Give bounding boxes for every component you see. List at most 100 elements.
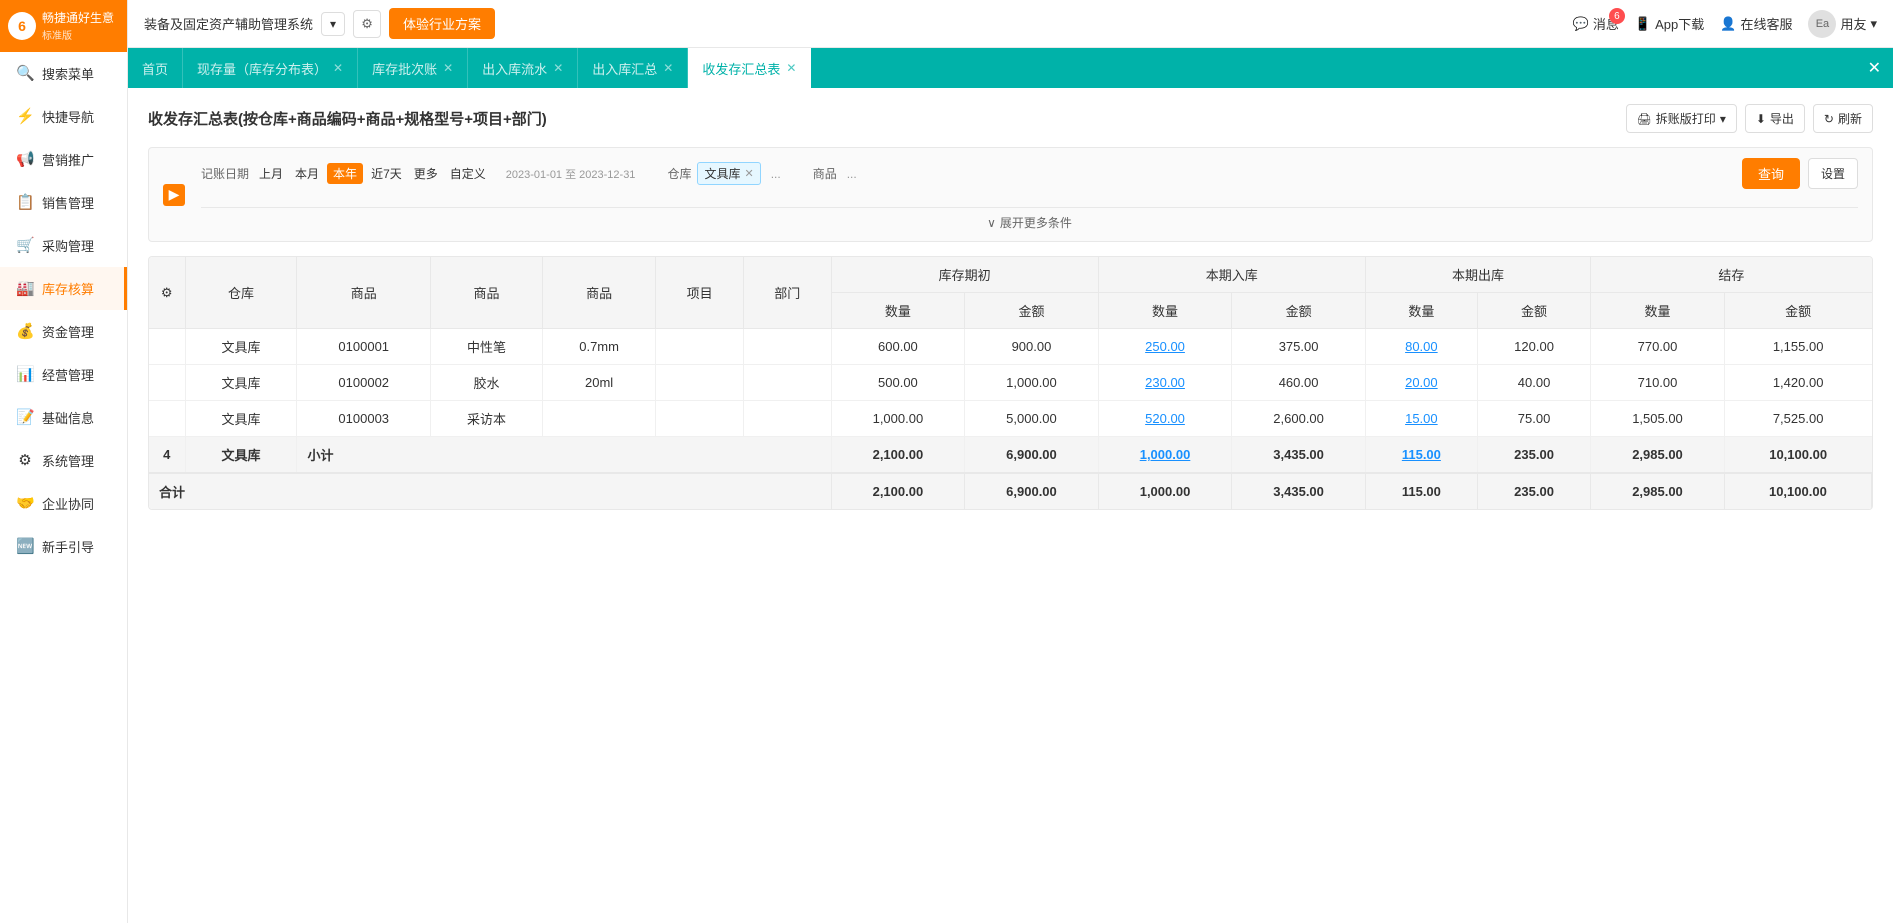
row-project [656, 329, 744, 365]
message-icon: 💬 [1573, 16, 1589, 32]
mobile-icon: 📱 [1635, 16, 1651, 32]
filter-action-buttons: 查询 设置 [1742, 158, 1858, 189]
row-in-qty[interactable]: 230.00 [1098, 365, 1232, 401]
sidebar-item-inventory[interactable]: 🏭 库存核算 [0, 267, 127, 310]
tab-label: 现存量（库存分布表） [197, 59, 327, 78]
row-out-qty[interactable]: 15.00 [1365, 401, 1477, 437]
system-title: 装备及固定资产辅助管理系统 [144, 14, 313, 33]
tab-inventory-dist[interactable]: 现存量（库存分布表） ✕ [183, 48, 358, 88]
tab-close-icon[interactable]: ✕ [443, 61, 453, 75]
row-in-amt: 375.00 [1232, 329, 1366, 365]
warehouse-more[interactable]: ... [771, 167, 781, 181]
out-qty-link[interactable]: 20.00 [1405, 375, 1438, 390]
refresh-button[interactable]: ↻ 刷新 [1813, 104, 1873, 133]
row-warehouse: 文具库 [185, 365, 297, 401]
main-area: 装备及固定资产辅助管理系统 ▾ ⚙ 体验行业方案 💬 消息 6 📱 App下载 … [128, 0, 1893, 923]
date-btn-this-year[interactable]: 本年 [327, 163, 363, 184]
in-qty-link[interactable]: 520.00 [1145, 411, 1185, 426]
sidebar-item-label: 资金管理 [42, 322, 94, 341]
date-btn-this-month[interactable]: 本月 [291, 163, 323, 184]
app-download-button[interactable]: 📱 App下载 [1635, 14, 1704, 33]
filter-settings-button[interactable]: 设置 [1808, 158, 1858, 189]
top-header: 装备及固定资产辅助管理系统 ▾ ⚙ 体验行业方案 💬 消息 6 📱 App下载 … [128, 0, 1893, 48]
sidebar-item-purchase[interactable]: 🛒 采购管理 [0, 224, 127, 267]
th-in-qty: 数量 [1098, 293, 1232, 329]
goods-more[interactable]: ... [847, 167, 857, 181]
gear-button[interactable]: ⚙ [353, 10, 381, 38]
subtotal-bal-amt: 10,100.00 [1724, 437, 1871, 474]
sidebar-item-label: 经营管理 [42, 365, 94, 384]
row-out-qty[interactable]: 80.00 [1365, 329, 1477, 365]
tab-recv-send[interactable]: 收发存汇总表 ✕ [688, 48, 811, 88]
date-btn-7days[interactable]: 近7天 [367, 163, 406, 184]
row-in-qty[interactable]: 250.00 [1098, 329, 1232, 365]
total-open-amt: 6,900.00 [965, 473, 1099, 509]
subtotal-in-qty-link[interactable]: 1,000.00 [1140, 447, 1191, 462]
try-button[interactable]: 体验行业方案 [389, 8, 495, 39]
row-out-qty[interactable]: 20.00 [1365, 365, 1477, 401]
out-qty-link[interactable]: 15.00 [1405, 411, 1438, 426]
filter-toggle-button[interactable]: ▶ [163, 184, 185, 206]
gear-icon[interactable]: ⚙ [161, 285, 173, 300]
subtotal-in-amt: 3,435.00 [1232, 437, 1366, 474]
row-project [656, 401, 744, 437]
row-warehouse: 文具库 [185, 329, 297, 365]
expand-more-button[interactable]: ∨ 展开更多条件 [201, 207, 1858, 231]
row-goods-code: 0100002 [297, 365, 431, 401]
page-container: 收发存汇总表(按仓库+商品编码+商品+规格型号+项目+部门) 🖨 拆账版打印 ▾… [128, 88, 1893, 923]
tab-home[interactable]: 首页 [128, 48, 183, 88]
subtotal-in-qty[interactable]: 1,000.00 [1098, 437, 1232, 474]
tab-close-icon[interactable]: ✕ [553, 61, 563, 75]
tab-inout-summary[interactable]: 出入库汇总 ✕ [578, 48, 688, 88]
in-qty-link[interactable]: 230.00 [1145, 375, 1185, 390]
marketing-icon: 📢 [16, 150, 34, 168]
data-table: ⚙ 仓库 商品 商品 商品 项目 部门 库存期初 本期入库 本期出库 结存 [148, 256, 1873, 510]
online-service-button[interactable]: 👤 在线客服 [1720, 14, 1792, 33]
out-qty-link[interactable]: 80.00 [1405, 339, 1438, 354]
sidebar-item-enterprise[interactable]: 🤝 企业协同 [0, 482, 127, 525]
tabs-close-all[interactable]: ✕ [1856, 58, 1893, 78]
total-bal-qty: 2,985.00 [1591, 473, 1725, 509]
date-btn-last-month[interactable]: 上月 [255, 163, 287, 184]
system-dropdown[interactable]: ▾ [321, 12, 345, 36]
sidebar-item-finance[interactable]: 💰 资金管理 [0, 310, 127, 353]
sidebar-item-basic[interactable]: 📝 基础信息 [0, 396, 127, 439]
print-button[interactable]: 🖨 拆账版打印 ▾ [1626, 104, 1737, 133]
goods-filter-label: 商品 [813, 165, 837, 182]
sidebar-item-operations[interactable]: 📊 经营管理 [0, 353, 127, 396]
total-in-qty: 1,000.00 [1098, 473, 1232, 509]
subtotal-out-qty-link[interactable]: 115.00 [1402, 447, 1441, 462]
tab-close-icon[interactable]: ✕ [663, 61, 673, 75]
sidebar-item-guide[interactable]: 🆕 新手引导 [0, 525, 127, 568]
user-button[interactable]: Ea 用友 ▾ [1808, 10, 1877, 38]
sidebar-item-sales[interactable]: 📋 销售管理 [0, 181, 127, 224]
message-button[interactable]: 💬 消息 6 [1573, 14, 1619, 33]
message-badge: 6 [1609, 8, 1625, 24]
tab-label: 出入库流水 [482, 59, 547, 78]
date-filter-label: 记账日期 [201, 165, 249, 182]
sidebar-item-search[interactable]: 🔍 搜索菜单 [0, 52, 127, 95]
sidebar-item-marketing[interactable]: 📢 营销推广 [0, 138, 127, 181]
warehouse-tag-remove[interactable]: ✕ [744, 167, 753, 180]
th-settings: ⚙ [149, 257, 185, 329]
date-btn-more[interactable]: 更多 [410, 163, 442, 184]
date-btn-custom[interactable]: 自定义 [446, 163, 490, 184]
sidebar-item-system[interactable]: ⚙ 系统管理 [0, 439, 127, 482]
operations-icon: 📊 [16, 365, 34, 383]
th-out: 本期出库 [1365, 257, 1590, 293]
subtotal-row: 4 文具库 小计 2,100.00 6,900.00 1,000.00 3,43… [149, 437, 1872, 474]
row-in-qty[interactable]: 520.00 [1098, 401, 1232, 437]
in-qty-link[interactable]: 250.00 [1145, 339, 1185, 354]
tab-close-icon[interactable]: ✕ [786, 61, 796, 75]
export-button[interactable]: ⬇ 导出 [1745, 104, 1805, 133]
th-open-qty: 数量 [831, 293, 965, 329]
query-button[interactable]: 查询 [1742, 158, 1800, 189]
export-icon: ⬇ [1756, 112, 1766, 126]
sidebar-item-quicknav[interactable]: ⚡ 快捷导航 [0, 95, 127, 138]
subtotal-out-qty[interactable]: 115.00 [1365, 437, 1477, 474]
row-gear [149, 365, 185, 401]
tab-label: 首页 [142, 59, 168, 78]
tab-close-icon[interactable]: ✕ [333, 61, 343, 75]
tab-inout-flow[interactable]: 出入库流水 ✕ [468, 48, 578, 88]
tab-batch[interactable]: 库存批次账 ✕ [358, 48, 468, 88]
